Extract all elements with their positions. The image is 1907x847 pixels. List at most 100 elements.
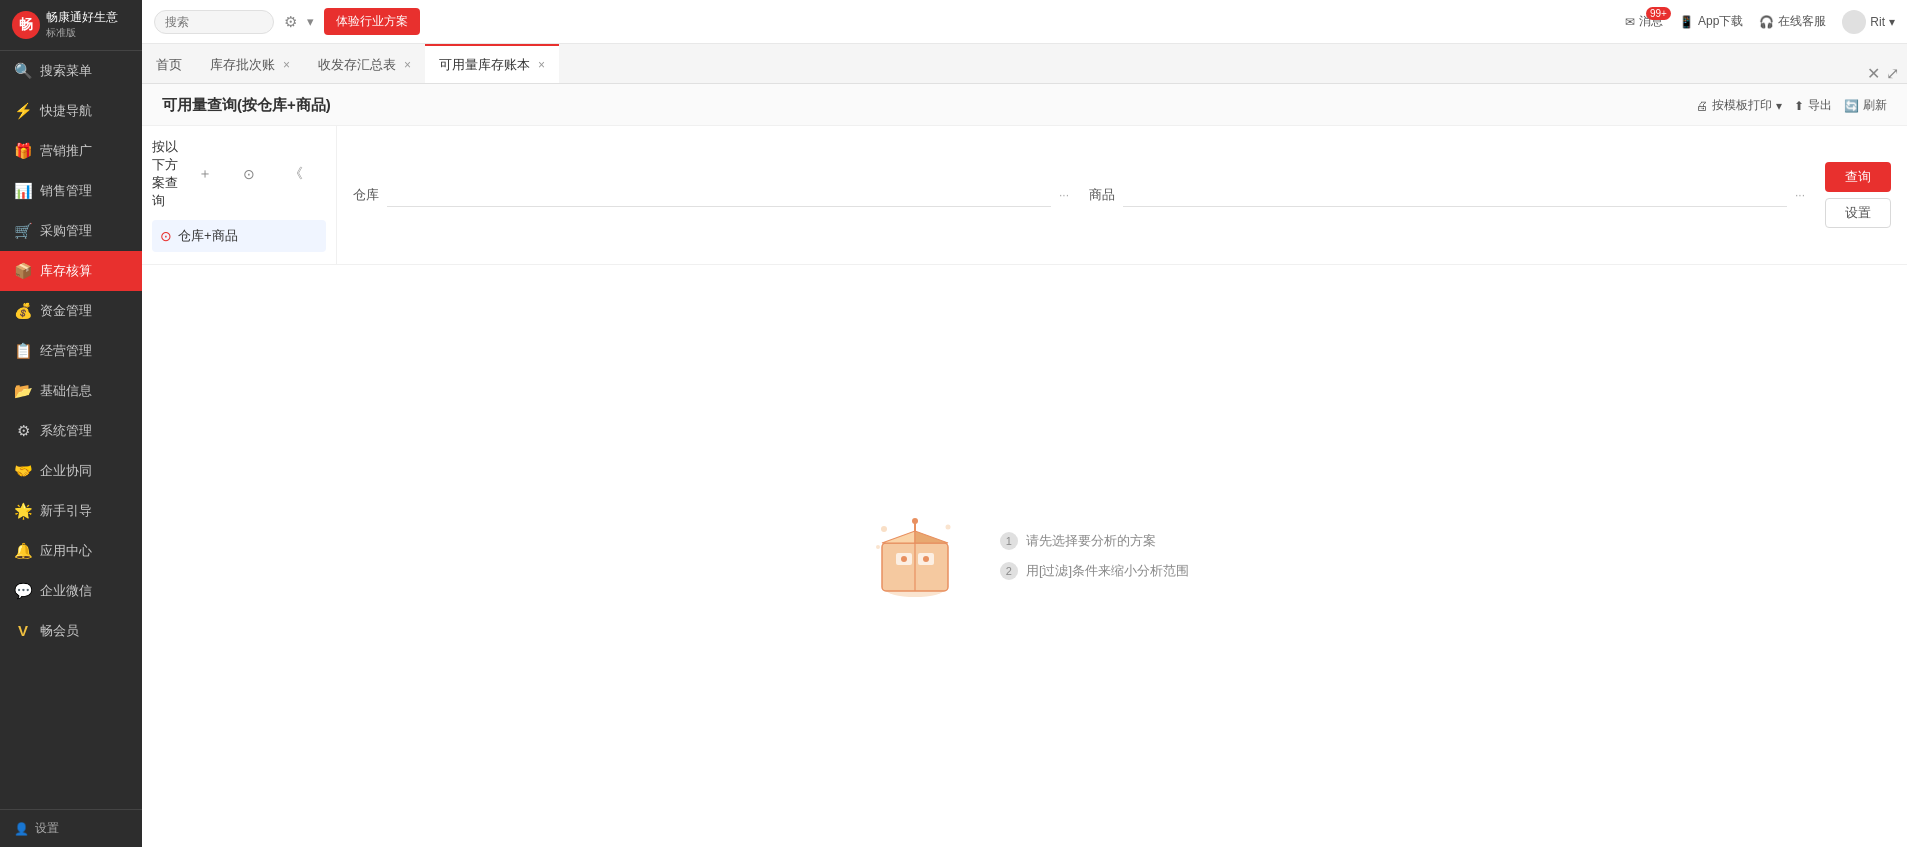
app-download-btn[interactable]: 📱 App下载 bbox=[1679, 13, 1743, 30]
tab-close-window-btn[interactable]: ✕ bbox=[1867, 64, 1880, 83]
sidebar-item-label: 基础信息 bbox=[40, 382, 92, 400]
add-scheme-btn[interactable]: ＋ bbox=[198, 165, 236, 183]
svg-point-9 bbox=[923, 556, 929, 562]
sidebar-item-label: 经营管理 bbox=[40, 342, 92, 360]
refresh-label: 刷新 bbox=[1863, 97, 1887, 114]
page-title: 可用量查询(按仓库+商品) bbox=[162, 96, 331, 115]
query-left-header: 按以下方案查询 ＋ ⊙ 《 bbox=[152, 138, 326, 210]
sidebar-item-label: 采购管理 bbox=[40, 222, 92, 240]
tab-summary[interactable]: 收发存汇总表 × bbox=[304, 44, 425, 83]
refresh-btn[interactable]: 🔄 刷新 bbox=[1844, 97, 1887, 114]
sidebar-item-label: 营销推广 bbox=[40, 142, 92, 160]
topbar: ⚙ ▾ 体验行业方案 ✉ 消息 99+ 📱 App下载 🎧 在线客服 Rit ▾ bbox=[142, 0, 1907, 44]
sidebar-item-system[interactable]: ⚙ 系统管理 bbox=[0, 411, 142, 451]
tabs-right-actions: ✕ ⤢ bbox=[1867, 64, 1907, 83]
page-content: 可用量查询(按仓库+商品) 🖨 按模板打印 ▾ ⬆ 导出 🔄 刷新 bbox=[142, 84, 1907, 847]
tab-home[interactable]: 首页 bbox=[142, 44, 196, 83]
page-header: 可用量查询(按仓库+商品) 🖨 按模板打印 ▾ ⬆ 导出 🔄 刷新 bbox=[142, 84, 1907, 126]
phone-icon: 📱 bbox=[1679, 15, 1694, 29]
sidebar-item-vip[interactable]: V 畅会员 bbox=[0, 611, 142, 651]
user-chevron-icon: ▾ bbox=[1889, 15, 1895, 29]
industry-btn[interactable]: 体验行业方案 bbox=[324, 8, 420, 35]
hint1-num: 1 bbox=[1000, 532, 1018, 550]
scheme-item-warehouse-goods[interactable]: ⊙ 仓库+商品 bbox=[152, 220, 326, 252]
collapse-btn[interactable]: 《 bbox=[289, 165, 327, 183]
tab-batch[interactable]: 库存批次账 × bbox=[196, 44, 304, 83]
sidebar-item-marketing[interactable]: 🎁 营销推广 bbox=[0, 131, 142, 171]
scheme-icon: ⊙ bbox=[160, 228, 172, 244]
search-icon: 🔍 bbox=[14, 62, 32, 80]
sales-icon: 📊 bbox=[14, 182, 32, 200]
tab-batch-close[interactable]: × bbox=[283, 58, 290, 72]
sidebar-item-basic[interactable]: 📂 基础信息 bbox=[0, 371, 142, 411]
warehouse-input[interactable] bbox=[387, 183, 1051, 207]
print-chevron-icon[interactable]: ▾ bbox=[1776, 99, 1782, 113]
chevron-down-icon[interactable]: ▾ bbox=[307, 14, 314, 29]
empty-illustration bbox=[860, 501, 970, 611]
empty-hint-2: 2 用[过滤]条件来缩小分析范围 bbox=[1000, 562, 1189, 580]
sidebar-item-label: 快捷导航 bbox=[40, 102, 92, 120]
user-label: Rit bbox=[1870, 15, 1885, 29]
tab-available-label: 可用量库存账本 bbox=[439, 56, 530, 74]
newguide-icon: 🌟 bbox=[14, 502, 32, 520]
svg-marker-4 bbox=[915, 531, 948, 543]
purchase-icon: 🛒 bbox=[14, 222, 32, 240]
query-left-header-label: 按以下方案查询 bbox=[152, 138, 190, 210]
quick-nav-icon: ⚡ bbox=[14, 102, 32, 120]
query-actions: 查询 设置 bbox=[1825, 162, 1891, 228]
message-btn[interactable]: ✉ 消息 99+ bbox=[1625, 13, 1663, 30]
template-print-label: 按模板打印 bbox=[1712, 97, 1772, 114]
avatar bbox=[1842, 10, 1866, 34]
gear-icon[interactable]: ⚙ bbox=[284, 13, 297, 31]
sidebar-bottom[interactable]: 👤 设置 bbox=[0, 809, 142, 847]
message-badge: 99+ bbox=[1646, 7, 1671, 20]
sidebar-item-label: 系统管理 bbox=[40, 422, 92, 440]
svg-point-13 bbox=[876, 545, 880, 549]
topbar-search-input[interactable] bbox=[154, 10, 274, 34]
settings-scheme-btn[interactable]: ⊙ bbox=[243, 166, 281, 182]
system-icon: ⚙ bbox=[14, 422, 32, 440]
sidebar-item-operation[interactable]: 📋 经营管理 bbox=[0, 331, 142, 371]
sidebar-item-appcenter[interactable]: 🔔 应用中心 bbox=[0, 531, 142, 571]
sidebar-item-label: 应用中心 bbox=[40, 542, 92, 560]
tab-summary-close[interactable]: × bbox=[404, 58, 411, 72]
sidebar-item-purchase[interactable]: 🛒 采购管理 bbox=[0, 211, 142, 251]
setting-btn[interactable]: 设置 bbox=[1825, 198, 1891, 228]
template-print-btn[interactable]: 🖨 按模板打印 ▾ bbox=[1696, 97, 1782, 114]
tab-available[interactable]: 可用量库存账本 × bbox=[425, 44, 559, 83]
sidebar-item-sales[interactable]: 📊 销售管理 bbox=[0, 171, 142, 211]
sidebar-nav: 🔍 搜索菜单 ⚡ 快捷导航 🎁 营销推广 📊 销售管理 🛒 采购管理 📦 库存核… bbox=[0, 51, 142, 809]
sidebar-item-search[interactable]: 🔍 搜索菜单 bbox=[0, 51, 142, 91]
wechat-icon: 💬 bbox=[14, 582, 32, 600]
tab-maximize-btn[interactable]: ⤢ bbox=[1886, 64, 1899, 83]
hint2-text: 用[过滤]条件来缩小分析范围 bbox=[1026, 562, 1189, 580]
sidebar-item-wechat[interactable]: 💬 企业微信 bbox=[0, 571, 142, 611]
sidebar-item-quick-nav[interactable]: ⚡ 快捷导航 bbox=[0, 91, 142, 131]
tab-bar: 首页 库存批次账 × 收发存汇总表 × 可用量库存账本 × ✕ ⤢ bbox=[142, 44, 1907, 84]
online-service-btn[interactable]: 🎧 在线客服 bbox=[1759, 13, 1826, 30]
goods-input[interactable] bbox=[1123, 183, 1787, 207]
goods-more-btn[interactable]: ··· bbox=[1795, 188, 1805, 202]
sidebar-item-finance[interactable]: 💰 资金管理 bbox=[0, 291, 142, 331]
query-section: 按以下方案查询 ＋ ⊙ 《 ⊙ 仓库+商品 仓库 ··· 商品 bbox=[142, 126, 1907, 265]
warehouse-more-btn[interactable]: ··· bbox=[1059, 188, 1069, 202]
tab-batch-label: 库存批次账 bbox=[210, 56, 275, 74]
warehouse-label: 仓库 bbox=[353, 186, 379, 204]
export-btn[interactable]: ⬆ 导出 bbox=[1794, 97, 1832, 114]
svg-point-12 bbox=[881, 526, 887, 532]
query-btn[interactable]: 查询 bbox=[1825, 162, 1891, 192]
vip-icon: V bbox=[14, 622, 32, 639]
basic-icon: 📂 bbox=[14, 382, 32, 400]
sidebar-item-label: 新手引导 bbox=[40, 502, 92, 520]
hint1-text: 请先选择要分析的方案 bbox=[1026, 532, 1156, 550]
goods-label: 商品 bbox=[1089, 186, 1115, 204]
sidebar-item-enterprise[interactable]: 🤝 企业协同 bbox=[0, 451, 142, 491]
empty-hint-1: 1 请先选择要分析的方案 bbox=[1000, 532, 1189, 550]
svg-point-11 bbox=[912, 518, 918, 524]
sidebar-item-newguide[interactable]: 🌟 新手引导 bbox=[0, 491, 142, 531]
tab-available-close[interactable]: × bbox=[538, 58, 545, 72]
refresh-icon: 🔄 bbox=[1844, 99, 1859, 113]
sidebar-item-inventory[interactable]: 📦 库存核算 bbox=[0, 251, 142, 291]
app-label: App下载 bbox=[1698, 13, 1743, 30]
user-menu[interactable]: Rit ▾ bbox=[1842, 10, 1895, 34]
